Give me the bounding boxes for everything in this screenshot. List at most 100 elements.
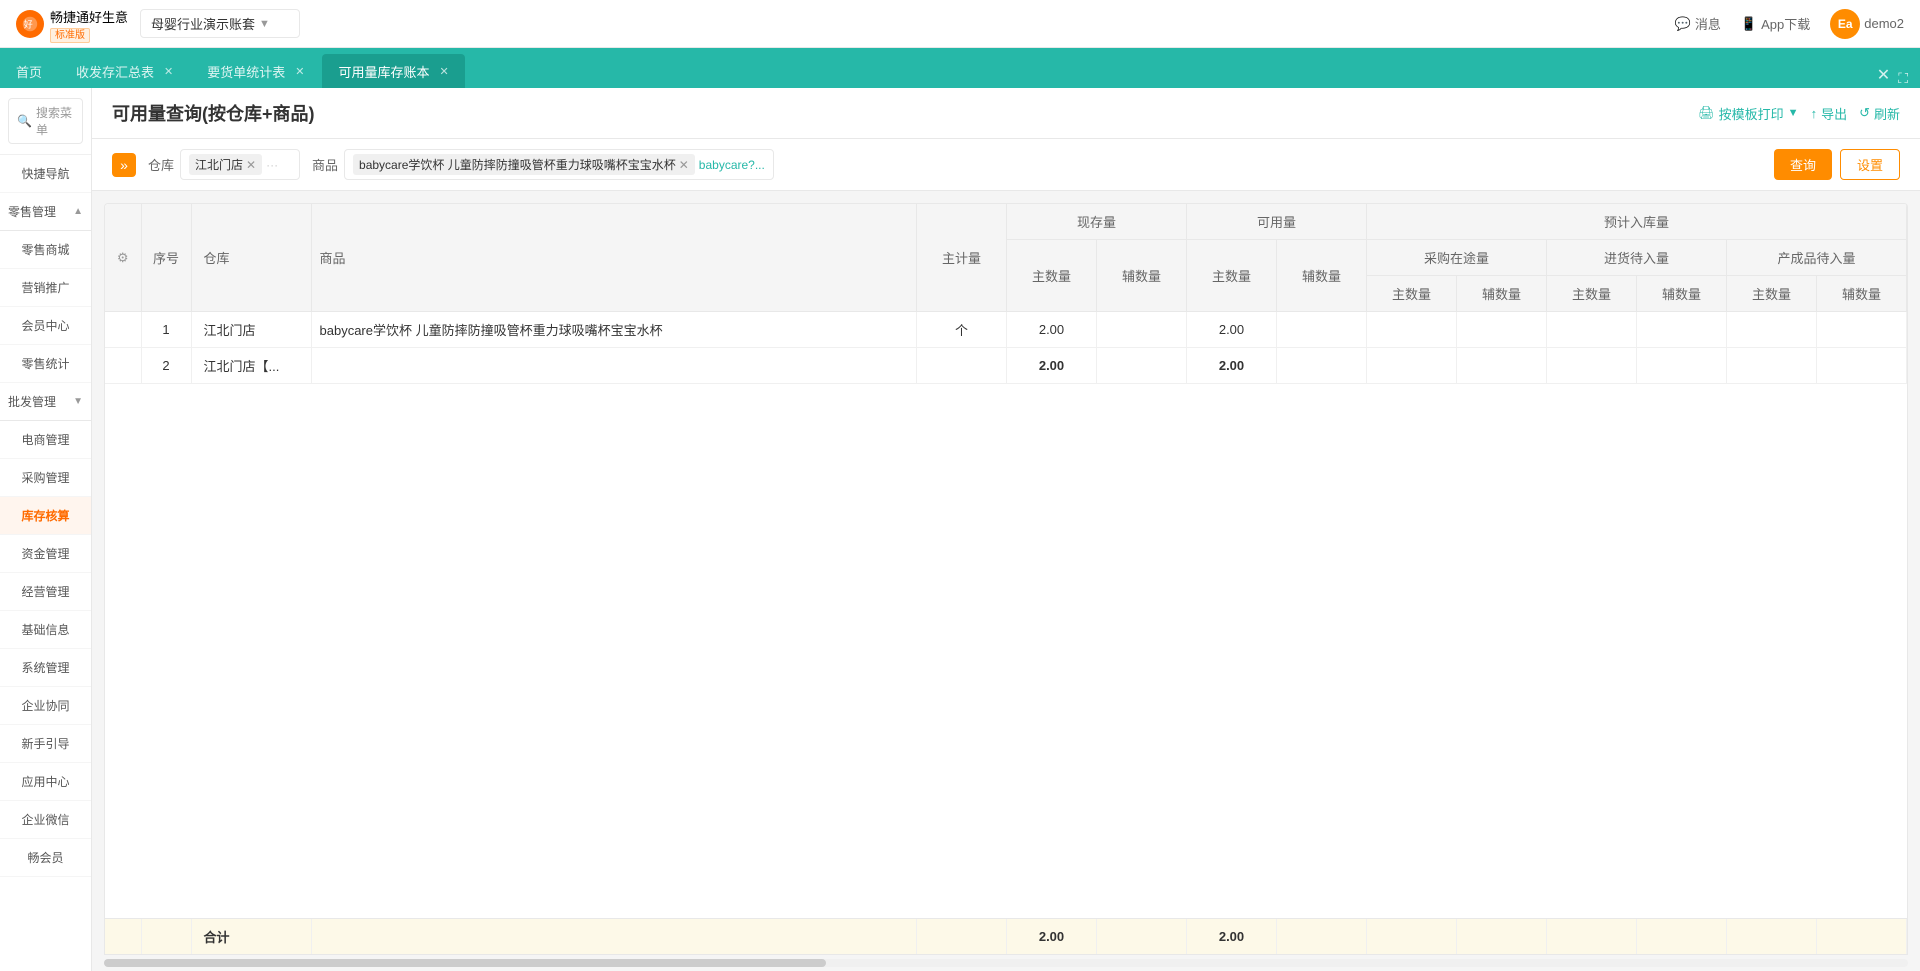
logo-text: 畅捷通好生意 标准版 [50,7,128,41]
horizontal-scrollbar-track[interactable] [104,955,1908,971]
th-finished-aux: 辅数量 [1817,276,1907,312]
th-available: 可用量 [1187,204,1367,240]
table-footer: 合计 2.00 2.00 [104,919,1908,955]
sidebar-item-enterprise-collab[interactable]: 企业协同 [0,687,91,725]
product-input[interactable]: babycare学饮杯 儿童防摔防撞吸管杯重力球吸嘴杯宝宝水杯 ✕ babyca… [344,149,774,180]
footer-avail-aux-cell [1277,919,1367,954]
th-avail-aux: 辅数量 [1277,240,1367,312]
th-incoming: 进货待入量 [1547,240,1727,276]
filter-bar: » 仓库 江北门店 ✕ ··· 商品 babycare学饮杯 儿童防摔防撞吸管杯… [92,139,1920,191]
warehouse-input[interactable]: 江北门店 ✕ ··· [180,149,300,180]
settings-button[interactable]: 设置 [1840,149,1900,180]
tab-receive[interactable]: 收发存汇总表 ✕ [60,54,189,88]
row1-finished-aux [1817,312,1907,348]
row1-finished-main [1727,312,1817,348]
close-all-tabs-btn[interactable]: ✕ [1877,68,1890,88]
sidebar-item-enterprise-wechat[interactable]: 企业微信 [0,801,91,839]
row1-purchase-main [1367,312,1457,348]
warehouse-tag: 江北门店 ✕ [189,154,262,175]
th-current-stock: 现存量 [1007,204,1187,240]
page-header: 可用量查询(按仓库+商品) 🖨 按模板打印 ▼ ↑ 导出 ↺ 刷新 [92,88,1920,139]
sidebar-search-button[interactable]: 🔍 搜索菜单 [8,98,83,144]
row1-avail-aux [1277,312,1367,348]
footer-product-cell [311,919,917,954]
row1-product: babycare学饮杯 儿童防摔防撞吸管杯重力球吸嘴杯宝宝水杯 [311,312,917,348]
tab-order-stats-close[interactable]: ✕ [295,65,304,78]
sidebar-item-inventory[interactable]: 库存核算 [0,497,91,535]
user-avatar[interactable]: Ea demo2 [1830,9,1904,39]
print-icon: 🖨 [1698,105,1715,121]
sidebar-item-member[interactable]: 会员中心 [0,307,91,345]
company-select[interactable]: 母婴行业演示账套 ▼ [140,9,300,38]
message-btn[interactable]: 💬 消息 [1675,14,1721,33]
logo: 好 畅捷通好生意 标准版 [16,7,128,41]
sidebar-item-finance[interactable]: 资金管理 [0,535,91,573]
th-purchase-main: 主数量 [1367,276,1457,312]
warehouse-tag-close[interactable]: ✕ [246,158,256,172]
footer-finished-main-cell [1727,919,1817,954]
sidebar-item-wholesale-mgmt[interactable]: 批发管理 ▼ [0,383,91,421]
query-button[interactable]: 查询 [1774,149,1832,180]
footer-incoming-aux-cell [1637,919,1727,954]
filter-product-field: 商品 babycare学饮杯 儿童防摔防撞吸管杯重力球吸嘴杯宝宝水杯 ✕ bab… [312,149,774,180]
app-download-btn[interactable]: 📱 App下载 [1741,14,1810,33]
row1-unit: 个 [917,312,1007,348]
top-bar-right: 💬 消息 📱 App下载 Ea demo2 [1675,9,1904,39]
column-settings-icon[interactable]: ⚙ [117,250,129,265]
tab-home[interactable]: 首页 [0,54,58,88]
row2-finished-aux [1817,348,1907,384]
footer-settings-cell [105,919,141,954]
th-settings: ⚙ [105,204,141,312]
tab-order-stats[interactable]: 要货单统计表 ✕ [191,54,320,88]
product-more[interactable]: babycare?... [699,158,765,172]
horizontal-scrollbar-thumb[interactable] [104,959,826,967]
sidebar-item-new-guide[interactable]: 新手引导 [0,725,91,763]
th-finished-goods: 产成品待入量 [1727,240,1907,276]
chevron-up-icon: ▲ [73,206,83,217]
filter-toggle-button[interactable]: » [112,153,136,177]
message-icon: 💬 [1675,16,1691,32]
row2-incoming-aux [1637,348,1727,384]
tab-available-stock-close[interactable]: ✕ [440,65,449,78]
sidebar-item-retail-mgmt[interactable]: 零售管理 ▲ [0,193,91,231]
sidebar-item-basic-info[interactable]: 基础信息 [0,611,91,649]
th-purchase-aux: 辅数量 [1457,276,1547,312]
row2-product [311,348,917,384]
expand-btn[interactable]: ⛶ [1898,70,1908,87]
th-no: 序号 [141,204,191,312]
page-header-actions: 🖨 按模板打印 ▼ ↑ 导出 ↺ 刷新 [1698,104,1900,123]
app-download-icon: 📱 [1741,16,1757,32]
sidebar-item-ecommerce[interactable]: 电商管理 [0,421,91,459]
sidebar-item-system[interactable]: 系统管理 [0,649,91,687]
export-btn[interactable]: ↑ 导出 [1811,104,1848,123]
row1-avail-main: 2.00 [1187,312,1277,348]
sidebar-item-retail-mall[interactable]: 零售商城 [0,231,91,269]
row2-warehouse: 江北门店【... [191,348,311,384]
sidebar-item-marketing[interactable]: 营销推广 [0,269,91,307]
product-tag: babycare学饮杯 儿童防摔防撞吸管杯重力球吸嘴杯宝宝水杯 ✕ [353,154,695,175]
refresh-icon: ↺ [1859,105,1870,121]
nav-tab-right-actions: ✕ ⛶ [1877,68,1920,88]
row1-no: 1 [141,312,191,348]
page-title: 可用量查询(按仓库+商品) [112,100,315,126]
refresh-btn[interactable]: ↺ 刷新 [1859,104,1900,123]
sidebar-item-nav[interactable]: 快捷导航 [0,155,91,193]
row2-avail-main: 2.00 [1187,348,1277,384]
sidebar-item-app-center[interactable]: 应用中心 [0,763,91,801]
sidebar-item-operations[interactable]: 经营管理 [0,573,91,611]
sidebar-item-membership[interactable]: 畅会员 [0,839,91,877]
tab-available-stock[interactable]: 可用量库存账本 ✕ [322,54,464,88]
sidebar-item-retail-stats[interactable]: 零售统计 [0,345,91,383]
sidebar-item-purchase[interactable]: 采购管理 [0,459,91,497]
product-tag-close[interactable]: ✕ [679,158,689,172]
print-btn[interactable]: 🖨 按模板打印 ▼ [1698,104,1798,123]
row2-no: 2 [141,348,191,384]
tab-receive-close[interactable]: ✕ [164,65,173,78]
top-bar-left: 好 畅捷通好生意 标准版 母婴行业演示账套 ▼ [16,7,300,41]
svg-text:好: 好 [24,18,33,29]
row2-unit [917,348,1007,384]
print-chevron-icon: ▼ [1788,107,1799,119]
row2-purchase-aux [1457,348,1547,384]
th-main-unit: 主计量 [917,204,1007,312]
row1-settings [105,312,141,348]
